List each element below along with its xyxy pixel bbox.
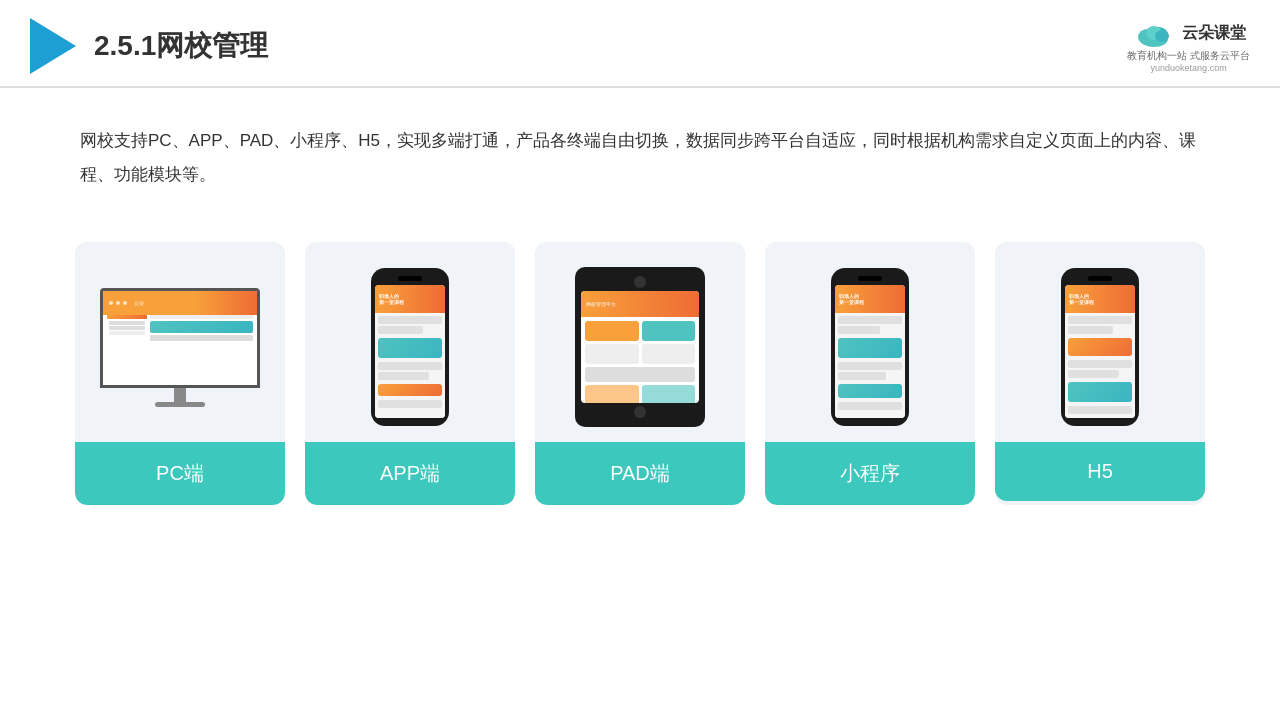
phone-notch [398,276,422,281]
pad-label: PAD端 [535,442,745,505]
tablet-screen-top: 网校管理平台 [581,291,699,317]
cards-section: 云朵 职场人的第一堂课程 [0,222,1280,525]
cloud-icon [1132,19,1176,47]
tablet-bottom-btn [634,406,646,418]
logo-triangle-icon [30,18,76,74]
header-left: 2.5.1网校管理 [30,18,268,74]
miniprogram-label: 小程序 [765,442,975,505]
miniprogram-card: 职场人的第一堂课程 小程序 [765,242,975,505]
tablet-screen: 网校管理平台 [581,291,699,403]
pc-image-area: 云朵 职场人的第一堂课程 [75,242,285,442]
page-title: 2.5.1网校管理 [94,27,268,65]
pad-image-area: 网校管理平台 [535,242,745,442]
miniprogram-notch [858,276,882,281]
brand-tagline-text: 教育机构一站 式服务云平台 [1127,50,1250,61]
h5-phone-icon: 职场人的第一堂课程 [1061,268,1139,426]
h5-image-area: 职场人的第一堂课程 [995,242,1205,442]
brand-url: yunduoketang.com [1151,63,1227,73]
h5-label: H5 [995,442,1205,501]
miniprogram-phone-icon: 职场人的第一堂课程 [831,268,909,426]
app-phone-icon: 职场人的第一堂课程 [371,268,449,426]
h5-screen-body [1065,313,1135,418]
miniprogram-screen: 职场人的第一堂课程 [835,285,905,418]
miniprogram-screen-body [835,313,905,418]
phone-screen-top: 职场人的第一堂课程 [375,285,445,313]
miniprogram-image-area: 职场人的第一堂课程 [765,242,975,442]
pc-monitor-icon: 云朵 职场人的第一堂课程 [100,288,260,407]
phone-screen: 职场人的第一堂课程 [375,285,445,418]
brand-tagline: 教育机构一站 式服务云平台 [1127,49,1250,63]
monitor-screen: 云朵 职场人的第一堂课程 [100,288,260,388]
pad-card: 网校管理平台 PAD端 [535,242,745,505]
app-label: APP端 [305,442,515,505]
brand-cloud: 云朵课堂 [1132,19,1246,47]
brand-name: 云朵课堂 [1182,23,1246,44]
h5-notch [1088,276,1112,281]
tablet-home-btn [634,276,646,288]
h5-card: 职场人的第一堂课程 H5 [995,242,1205,505]
h5-screen: 职场人的第一堂课程 [1065,285,1135,418]
pad-tablet-icon: 网校管理平台 [575,267,705,427]
phone-screen-body [375,313,445,418]
brand-logo: 云朵课堂 教育机构一站 式服务云平台 yunduoketang.com [1127,19,1250,73]
miniprogram-screen-top: 职场人的第一堂课程 [835,285,905,313]
pc-label: PC端 [75,442,285,505]
app-image-area: 职场人的第一堂课程 [305,242,515,442]
description-text: 网校支持PC、APP、PAD、小程序、H5，实现多端打通，产品各终端自由切换，数… [0,88,1280,212]
h5-screen-top: 职场人的第一堂课程 [1065,285,1135,313]
pc-card: 云朵 职场人的第一堂课程 [75,242,285,505]
app-card: 职场人的第一堂课程 APP端 [305,242,515,505]
header: 2.5.1网校管理 云朵课堂 教育机构一站 式服务云平台 yunduoketan… [0,0,1280,88]
svg-point-4 [1155,30,1169,42]
tablet-screen-body [581,317,699,403]
